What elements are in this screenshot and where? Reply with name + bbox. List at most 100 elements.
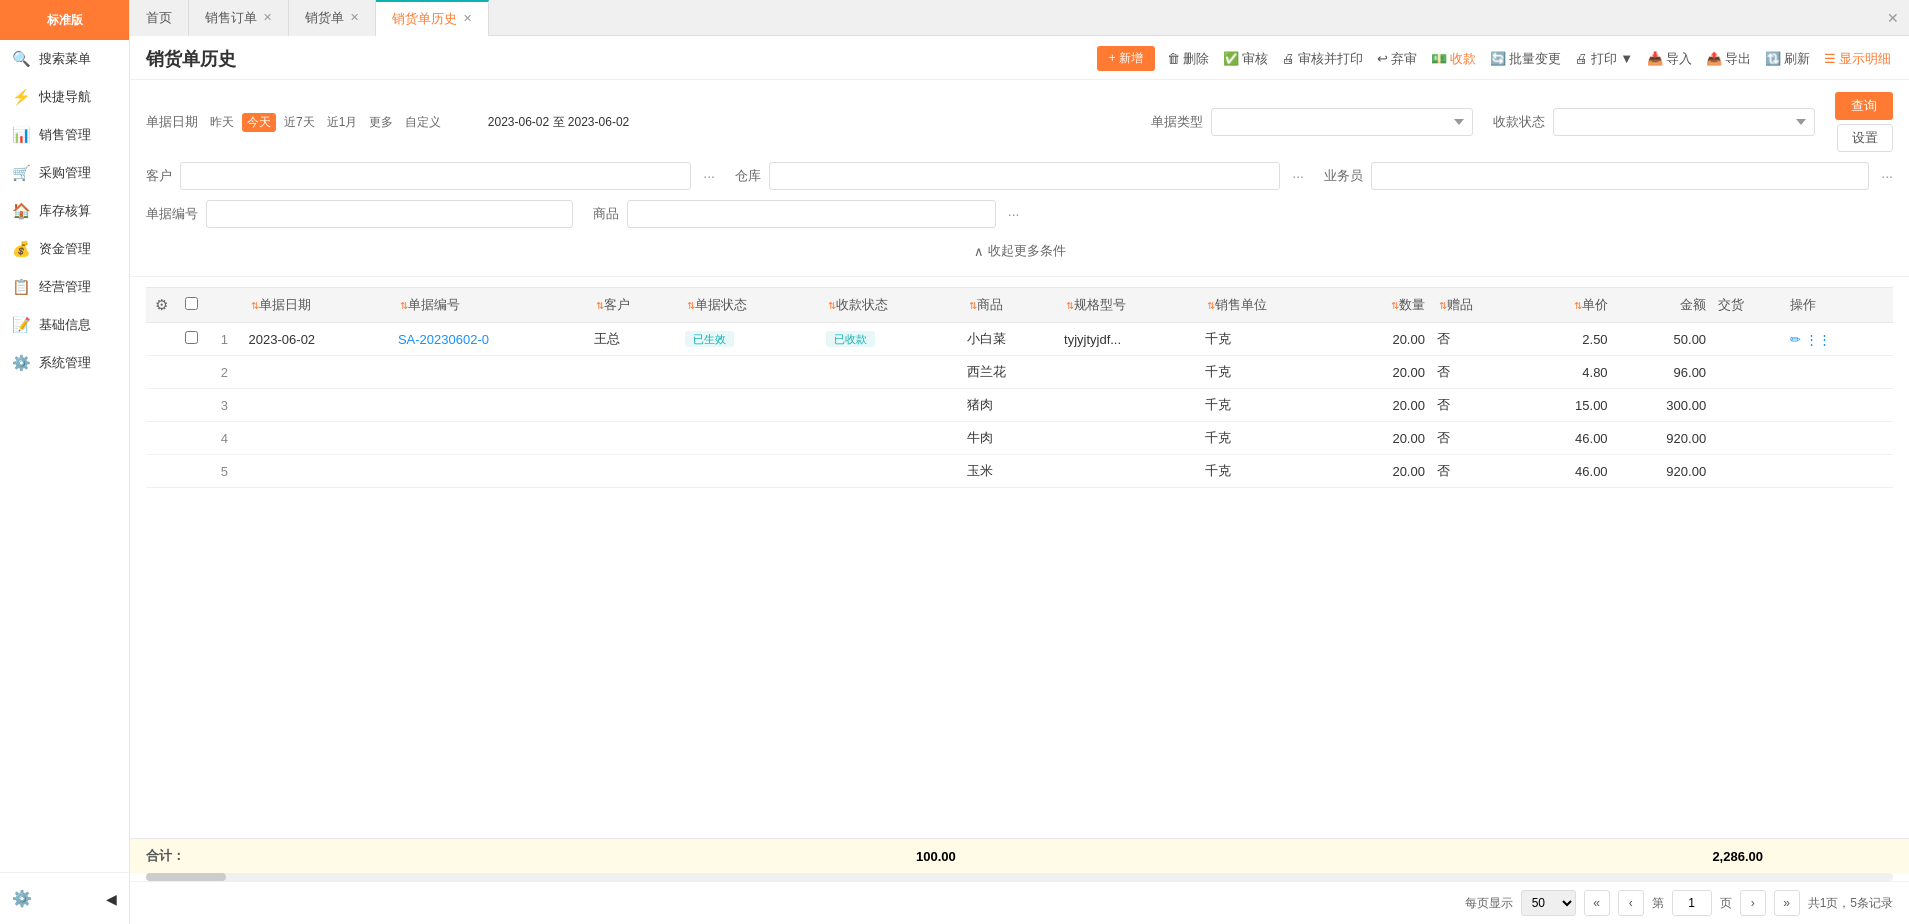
th-settings[interactable]: ⚙ xyxy=(146,288,176,323)
date-tag-1month[interactable]: 近1月 xyxy=(323,113,362,132)
horizontal-scrollbar[interactable] xyxy=(146,873,1893,881)
query-button[interactable]: 查询 xyxy=(1835,92,1893,120)
row-checkbox-input[interactable] xyxy=(185,331,198,344)
next-page-button[interactable]: › xyxy=(1740,890,1766,916)
tab-sales-goods[interactable]: 销货单 ✕ xyxy=(289,0,376,36)
th-date[interactable]: ⇅单据日期 xyxy=(243,288,392,323)
select-all-checkbox[interactable] xyxy=(185,297,198,310)
goods-input[interactable] xyxy=(627,200,996,228)
scrollbar-thumb[interactable] xyxy=(146,873,226,881)
sidebar-item-operations[interactable]: 📋 经营管理 xyxy=(0,268,129,306)
close-sales-order-icon[interactable]: ✕ xyxy=(263,11,272,24)
doc-type-select[interactable] xyxy=(1211,108,1473,136)
goods-dots[interactable]: ··· xyxy=(1008,206,1020,222)
row-operation: ✏ ⋮⋮ xyxy=(1784,323,1893,356)
import-button[interactable]: 📥 导入 xyxy=(1645,47,1694,71)
th-customer[interactable]: ⇅客户 xyxy=(588,288,679,323)
row-date xyxy=(243,389,392,422)
row-quantity: 20.00 xyxy=(1340,323,1431,356)
edit-button[interactable]: ✏ xyxy=(1790,332,1801,347)
th-gift[interactable]: ⇅赠品 xyxy=(1431,288,1522,323)
sidebar-item-basic-info[interactable]: 📝 基础信息 xyxy=(0,306,129,344)
last-page-button[interactable]: » xyxy=(1774,890,1800,916)
collapse-button[interactable]: ∧ 收起更多条件 xyxy=(146,238,1893,264)
row-doc-no xyxy=(392,389,588,422)
collect-button[interactable]: 💵 收款 xyxy=(1429,47,1478,71)
row-checkbox[interactable] xyxy=(176,422,206,455)
th-quantity[interactable]: ⇅数量 xyxy=(1340,288,1431,323)
row-checkbox[interactable] xyxy=(176,389,206,422)
customer-dots[interactable]: ··· xyxy=(703,168,715,184)
th-goods[interactable]: ⇅商品 xyxy=(961,288,1058,323)
date-tag-more[interactable]: 更多 xyxy=(365,113,397,132)
sidebar-item-purchase[interactable]: 🛒 采购管理 xyxy=(0,154,129,192)
delete-button[interactable]: 🗑 删除 xyxy=(1165,47,1211,71)
date-tag-yesterday[interactable]: 昨天 xyxy=(206,113,238,132)
show-details-button[interactable]: ☰ 显示明细 xyxy=(1822,47,1893,71)
close-sales-goods-icon[interactable]: ✕ xyxy=(350,11,359,24)
date-tag-7days[interactable]: 近7天 xyxy=(280,113,319,132)
tab-home[interactable]: 首页 xyxy=(130,0,189,36)
collapse-icon[interactable]: ◀ xyxy=(106,891,117,907)
refresh-button[interactable]: 🔃 刷新 xyxy=(1763,47,1812,71)
more-ops-button[interactable]: ⋮⋮ xyxy=(1805,332,1831,347)
sidebar-item-finance[interactable]: 💰 资金管理 xyxy=(0,230,129,268)
sidebar-item-quick-nav[interactable]: ⚡ 快捷导航 xyxy=(0,78,129,116)
date-tag-today[interactable]: 今天 xyxy=(242,113,276,132)
audit-print-button[interactable]: 🖨 审核并打印 xyxy=(1280,47,1365,71)
row-checkbox[interactable] xyxy=(176,323,206,356)
gear-icon[interactable]: ⚙️ xyxy=(12,889,32,908)
prev-page-button[interactable]: ‹ xyxy=(1618,890,1644,916)
th-unit[interactable]: ⇅销售单位 xyxy=(1199,288,1340,323)
page-title: 销货单历史 xyxy=(146,47,236,71)
audit-button[interactable]: ✅ 审核 xyxy=(1221,47,1270,71)
th-doc-status[interactable]: ⇅单据状态 xyxy=(679,288,820,323)
add-button[interactable]: + 新增 xyxy=(1097,46,1155,71)
th-spec[interactable]: ⇅规格型号 xyxy=(1058,288,1199,323)
date-tag-custom[interactable]: 自定义 xyxy=(401,113,445,132)
tab-bar-close-all[interactable]: ✕ xyxy=(1887,10,1909,26)
per-page-select[interactable]: 50 100 200 xyxy=(1521,890,1576,916)
doc-no-link[interactable]: SA-20230602-0 xyxy=(398,332,489,347)
tab-sales-history[interactable]: 销货单历史 ✕ xyxy=(376,0,489,36)
th-delivery[interactable]: 交货 xyxy=(1712,288,1784,323)
row-payment-status: 已收款 xyxy=(820,323,961,356)
customer-input[interactable] xyxy=(180,162,691,190)
th-payment-status[interactable]: ⇅收款状态 xyxy=(820,288,961,323)
batch-change-button[interactable]: 🔄 批量变更 xyxy=(1488,47,1563,71)
staff-input[interactable] xyxy=(1371,162,1869,190)
sidebar-bottom-btns[interactable]: ⚙️ ◀ xyxy=(0,881,129,916)
settings-button[interactable]: 设置 xyxy=(1837,124,1893,152)
export-button[interactable]: 📤 导出 xyxy=(1704,47,1753,71)
sidebar-item-system[interactable]: ⚙️ 系统管理 xyxy=(0,344,129,382)
warehouse-dots[interactable]: ··· xyxy=(1292,168,1304,184)
abandon-button[interactable]: ↩ 弃审 xyxy=(1375,47,1419,71)
th-doc-no[interactable]: ⇅单据编号 xyxy=(392,288,588,323)
table-footer: 合计： 100.00 2,286.00 xyxy=(130,838,1909,873)
row-goods: 牛肉 xyxy=(961,422,1058,455)
sidebar-item-sales[interactable]: 📊 销售管理 xyxy=(0,116,129,154)
export-icon: 📤 xyxy=(1706,51,1722,66)
th-amount[interactable]: 金额 xyxy=(1614,288,1713,323)
staff-dots[interactable]: ··· xyxy=(1881,168,1893,184)
toolbar: + 新增 🗑 删除 ✅ 审核 🖨 审核并打印 ↩ 弃审 xyxy=(1097,46,1893,71)
print-button[interactable]: 🖨 打印 ▼ xyxy=(1573,47,1635,71)
warehouse-input[interactable] xyxy=(769,162,1280,190)
row-doc-no xyxy=(392,356,588,389)
payment-status-select[interactable] xyxy=(1553,108,1815,136)
sidebar-item-search-menu[interactable]: 🔍 搜索菜单 xyxy=(0,40,129,78)
th-price[interactable]: ⇅单价 xyxy=(1522,288,1613,323)
row-checkbox[interactable] xyxy=(176,356,206,389)
page-input[interactable] xyxy=(1672,890,1712,916)
table-settings-gear-icon[interactable]: ⚙ xyxy=(155,296,168,313)
row-goods: 猪肉 xyxy=(961,389,1058,422)
first-page-button[interactable]: « xyxy=(1584,890,1610,916)
row-doc-no[interactable]: SA-20230602-0 xyxy=(392,323,588,356)
filter-date: 单据日期 昨天 今天 近7天 近1月 更多 自定义 xyxy=(146,113,468,132)
th-checkbox[interactable] xyxy=(176,288,206,323)
close-sales-history-icon[interactable]: ✕ xyxy=(463,12,472,25)
sidebar-item-inventory[interactable]: 🏠 库存核算 xyxy=(0,192,129,230)
doc-no-input[interactable] xyxy=(206,200,573,228)
row-checkbox[interactable] xyxy=(176,455,206,488)
tab-sales-order[interactable]: 销售订单 ✕ xyxy=(189,0,289,36)
